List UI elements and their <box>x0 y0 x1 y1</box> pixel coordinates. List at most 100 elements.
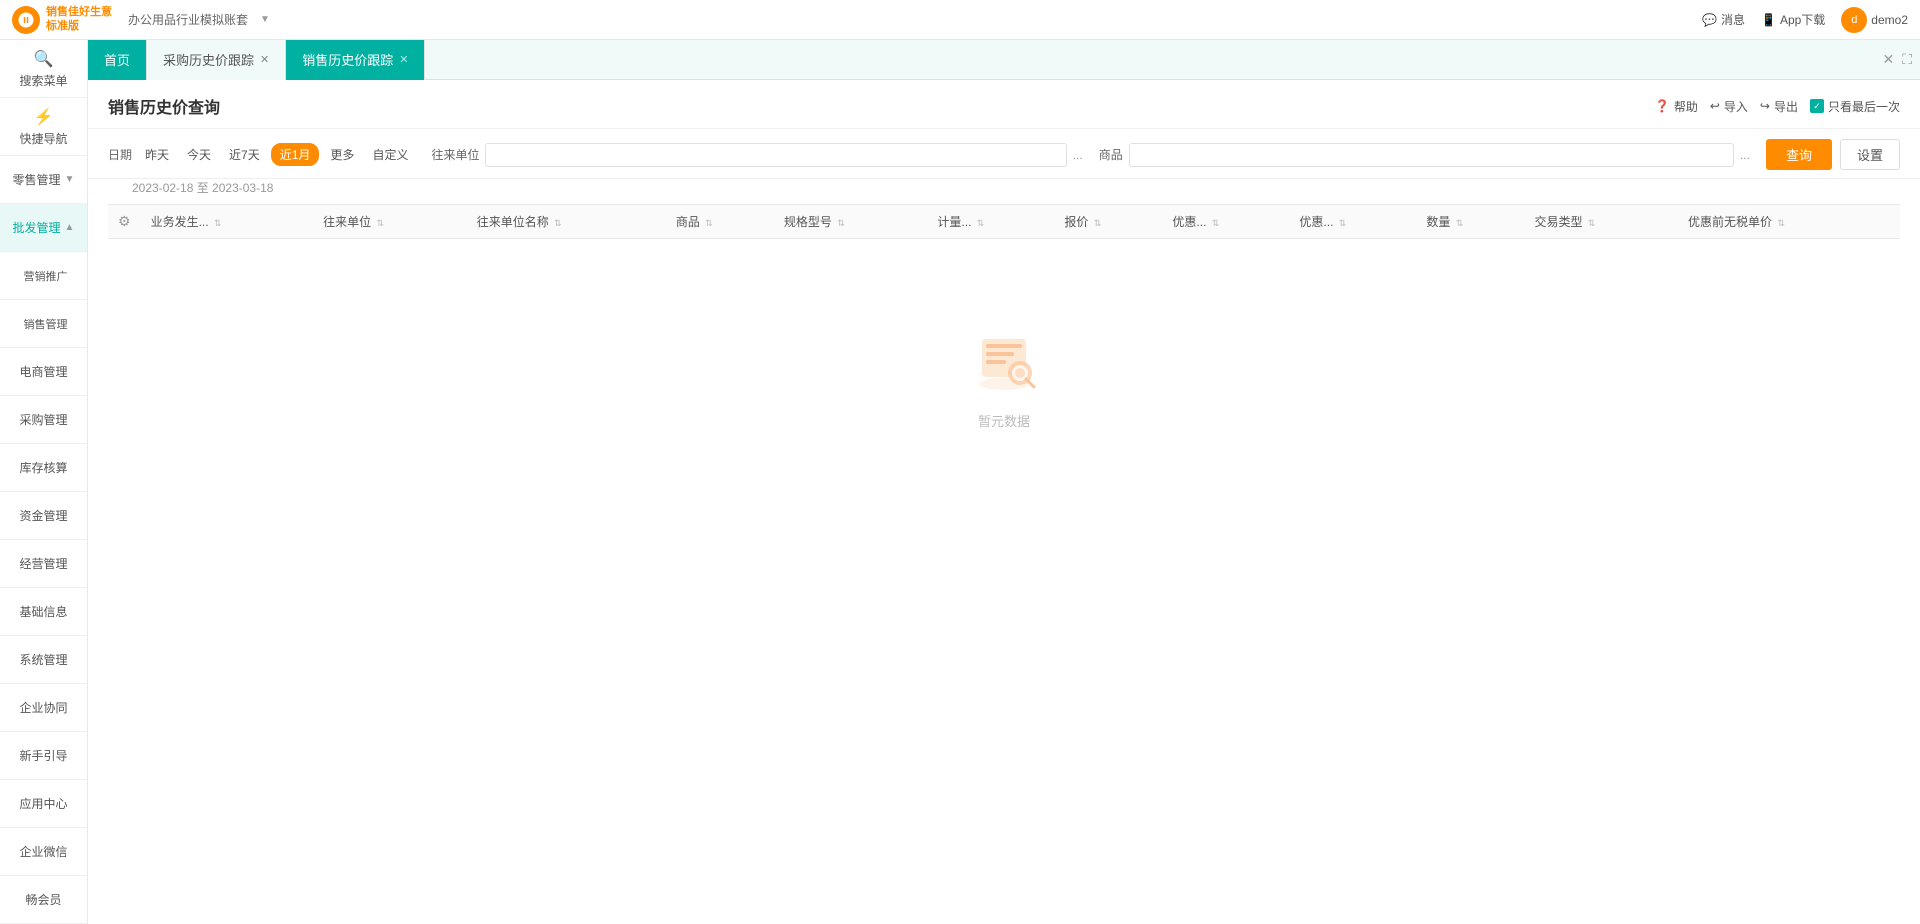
logo-icon <box>12 6 40 34</box>
counterpart-dots[interactable]: ... <box>1073 148 1083 162</box>
th-quantity[interactable]: 数量 ⇅ <box>1416 205 1524 239</box>
user-avatar: d <box>1841 7 1867 33</box>
app-download-btn[interactable]: 📱 App下载 <box>1761 11 1825 28</box>
th-discount2[interactable]: 优惠... ⇅ <box>1289 205 1416 239</box>
date-filter-group: 日期 昨天 今天 近7天 近1月 更多 自定义 <box>108 143 415 166</box>
only-last-checkbox[interactable]: ✓ <box>1810 99 1824 113</box>
top-bar: 销售佳好生意 标准版 办公用品行业模拟账套 ▼ 💬 消息 📱 App下载 d d… <box>0 0 1920 40</box>
th-unit[interactable]: 计量... ⇅ <box>927 205 1054 239</box>
sort-arrows-discount1: ⇅ <box>1212 218 1220 228</box>
empty-text: 暂元数据 <box>978 411 1030 430</box>
sidebar-item-inventory[interactable]: 库存核算 <box>0 444 87 492</box>
sidebar-item-operations[interactable]: 经营管理 <box>0 540 87 588</box>
logo-area: 销售佳好生意 标准版 <box>12 6 112 34</box>
sidebar-item-wholesale[interactable]: 批发管理 ▲ <box>0 204 87 252</box>
help-icon: ❓ <box>1655 99 1670 113</box>
page-content: 销售历史价查询 ❓ 帮助 ↩ 导入 ↪ 导出 ✓ <box>88 80 1920 924</box>
sidebar-item-search-menu[interactable]: 🔍 搜索菜单 <box>0 40 87 98</box>
table-container: ⚙ 业务发生... ⇅ 往来单位 ⇅ 往来单位名称 <box>88 204 1920 510</box>
sidebar: 🔍 搜索菜单 ⚡ 快捷导航 零售管理 ▼ 批发管理 ▲ 营销推广 销售管理 电商… <box>0 40 88 924</box>
tab-purchase-history[interactable]: 采购历史价跟踪 ✕ <box>147 40 286 80</box>
date-btn-today[interactable]: 今天 <box>180 143 218 166</box>
page-title: 销售历史价查询 <box>108 94 220 118</box>
date-btn-yesterday[interactable]: 昨天 <box>138 143 176 166</box>
tab-home[interactable]: 首页 <box>88 40 147 80</box>
help-btn[interactable]: ❓ 帮助 <box>1655 98 1698 115</box>
sidebar-item-system[interactable]: 系统管理 <box>0 636 87 684</box>
sidebar-item-guide[interactable]: 新手引导 <box>0 732 87 780</box>
sidebar-item-ecommerce[interactable]: 电商管理 <box>0 348 87 396</box>
sort-arrows-counterpart-name: ⇅ <box>554 218 562 228</box>
tab-close-all-btn[interactable]: ✕ <box>1882 51 1894 68</box>
date-btn-last7[interactable]: 近7天 <box>222 143 267 166</box>
sidebar-item-member[interactable]: 畅会员 <box>0 876 87 924</box>
sort-arrows-spec: ⇅ <box>837 218 845 228</box>
sidebar-item-quick-nav[interactable]: ⚡ 快捷导航 <box>0 98 87 156</box>
sidebar-item-basic-info[interactable]: 基础信息 <box>0 588 87 636</box>
query-btn[interactable]: 查询 <box>1766 139 1832 170</box>
th-discount1[interactable]: 优惠... ⇅ <box>1162 205 1289 239</box>
tab-sales-history[interactable]: 销售历史价跟踪 ✕ <box>286 40 425 80</box>
gear-icon[interactable]: ⚙ <box>118 213 131 229</box>
goods-dots[interactable]: ... <box>1740 148 1750 162</box>
tab-sales-history-close[interactable]: ✕ <box>399 53 408 66</box>
sidebar-item-enterprise[interactable]: 企业协同 <box>0 684 87 732</box>
th-pre-discount-price[interactable]: 优惠前无税单价 ⇅ <box>1678 205 1900 239</box>
sidebar-item-purchase[interactable]: 采购管理 <box>0 396 87 444</box>
table-head: ⚙ 业务发生... ⇅ 往来单位 ⇅ 往来单位名称 <box>108 205 1900 239</box>
filter-bar: 日期 昨天 今天 近7天 近1月 更多 自定义 往来单位 ... <box>88 129 1920 179</box>
search-icon: 🔍 <box>34 49 54 69</box>
sort-arrows-pre-discount: ⇅ <box>1777 218 1785 228</box>
sidebar-item-sales-mgmt[interactable]: 销售管理 <box>0 300 87 348</box>
date-btn-last1m[interactable]: 近1月 <box>271 143 320 166</box>
message-btn[interactable]: 💬 消息 <box>1702 11 1745 28</box>
sort-arrows-trade: ⇅ <box>1588 218 1596 228</box>
th-trade-type[interactable]: 交易类型 ⇅ <box>1524 205 1678 239</box>
download-icon: 📱 <box>1761 13 1776 27</box>
page-header-actions: ❓ 帮助 ↩ 导入 ↪ 导出 ✓ 只看最后一次 <box>1655 98 1900 115</box>
content-area: 首页 采购历史价跟踪 ✕ 销售历史价跟踪 ✕ ✕ ⛶ 销售历史价查询 <box>88 40 1920 924</box>
app-title: 办公用品行业模拟账套 <box>128 11 248 28</box>
app-title-dropdown[interactable]: ▼ <box>260 14 270 25</box>
import-icon: ↩ <box>1710 99 1720 113</box>
sort-arrows-goods: ⇅ <box>705 218 713 228</box>
sort-arrows-biz-date: ⇅ <box>214 218 222 228</box>
counterpart-input[interactable] <box>485 143 1066 167</box>
sort-arrows-unit: ⇅ <box>977 218 985 228</box>
settings-btn[interactable]: 设置 <box>1840 139 1900 170</box>
export-btn[interactable]: ↪ 导出 <box>1760 98 1798 115</box>
tab-purchase-history-close[interactable]: ✕ <box>260 53 269 66</box>
date-btn-custom[interactable]: 自定义 <box>365 143 415 166</box>
main-layout: 🔍 搜索菜单 ⚡ 快捷导航 零售管理 ▼ 批发管理 ▲ 营销推广 销售管理 电商… <box>0 40 1920 924</box>
th-goods[interactable]: 商品 ⇅ <box>666 205 774 239</box>
th-counterpart[interactable]: 往来单位 ⇅ <box>313 205 467 239</box>
user-area[interactable]: d demo2 <box>1841 7 1908 33</box>
sort-arrows-counterpart: ⇅ <box>376 218 384 228</box>
only-last-area[interactable]: ✓ 只看最后一次 <box>1810 98 1900 115</box>
date-filter-btns: 昨天 今天 近7天 近1月 更多 自定义 <box>138 143 415 166</box>
filter-actions: 查询 设置 <box>1766 139 1900 170</box>
th-gear[interactable]: ⚙ <box>108 205 141 239</box>
counterpart-filter-group: 往来单位 ... <box>431 143 1082 167</box>
empty-svg <box>964 319 1044 399</box>
logo-text: 销售佳好生意 标准版 <box>46 6 112 32</box>
th-counterpart-name[interactable]: 往来单位名称 ⇅ <box>467 205 666 239</box>
th-quoted-price[interactable]: 报价 ⇅ <box>1054 205 1162 239</box>
sidebar-item-app-center[interactable]: 应用中心 <box>0 780 87 828</box>
sidebar-item-marketing[interactable]: 营销推广 <box>0 252 87 300</box>
sidebar-item-retail[interactable]: 零售管理 ▼ <box>0 156 87 204</box>
sort-arrows-quoted: ⇅ <box>1094 218 1102 228</box>
sidebar-item-wechat[interactable]: 企业微信 <box>0 828 87 876</box>
date-btn-more[interactable]: 更多 <box>323 143 361 166</box>
sidebar-item-finance[interactable]: 资金管理 <box>0 492 87 540</box>
top-bar-left: 销售佳好生意 标准版 办公用品行业模拟账套 ▼ <box>12 6 270 34</box>
tab-expand-btn[interactable]: ⛶ <box>1902 51 1912 68</box>
th-biz-date[interactable]: 业务发生... ⇅ <box>141 205 314 239</box>
wholesale-arrow-icon: ▲ <box>65 222 75 233</box>
import-btn[interactable]: ↩ 导入 <box>1710 98 1748 115</box>
goods-input[interactable] <box>1129 143 1734 167</box>
nav-icon: ⚡ <box>34 107 54 127</box>
empty-icon <box>964 319 1044 399</box>
th-spec[interactable]: 规格型号 ⇅ <box>774 205 928 239</box>
date-range-text: 2023-02-18 至 2023-03-18 <box>132 179 273 196</box>
